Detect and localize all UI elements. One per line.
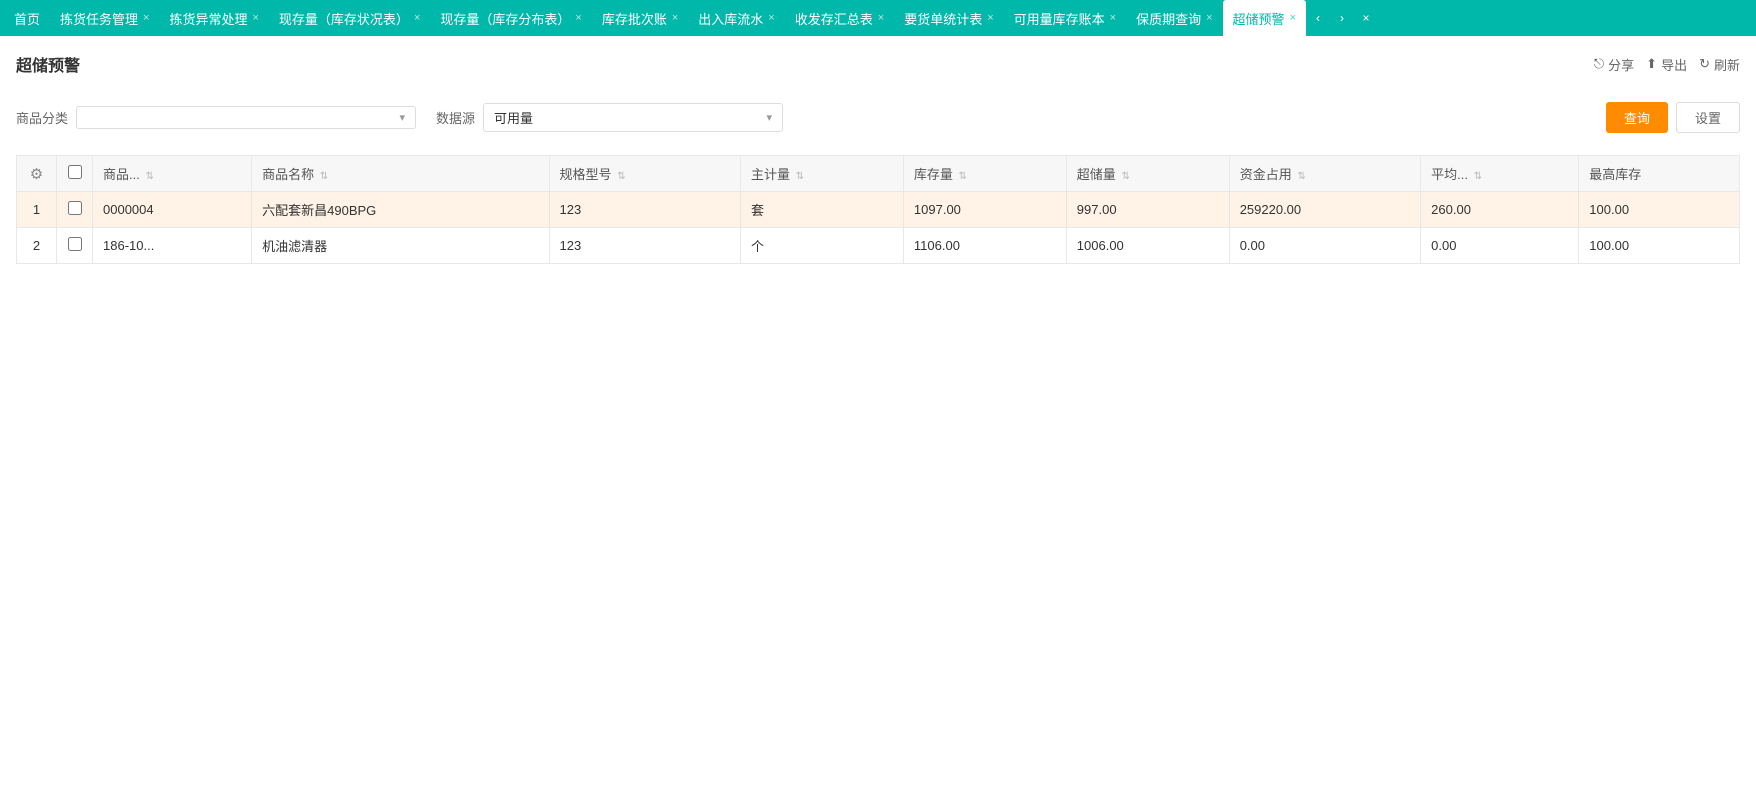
query-button[interactable]: 查询 [1606,102,1668,133]
nav-bar: 首页 拣货任务管理 × 拣货异常处理 × 现存量（库存状况表） × 现存量（库存… [0,0,1756,36]
col-header-overstock: 超储量 ⇅ [1066,156,1229,192]
close-icon[interactable]: × [143,12,149,24]
nav-item-overstock[interactable]: 超储预警 × [1223,0,1306,36]
nav-item-batch[interactable]: 库存批次账 × [592,0,688,36]
capital-cell: 259220.00 [1229,192,1420,228]
product-code-cell: 186-10... [93,228,252,264]
col-header-unit: 主计量 ⇅ [741,156,904,192]
row-checkbox-cell [57,228,93,264]
category-label: 商品分类 [16,108,68,127]
product-name-cell: 机油滤清器 [252,228,549,264]
table-row: 1 0000004 六配套新昌490BPG 123 套 1097.00 997.… [17,192,1740,228]
close-icon[interactable]: × [1110,12,1116,24]
header-actions: ⎋ 分享 ⬆ 导出 ↻ 刷新 [1594,55,1740,74]
col-header-capital: 资金占用 ⇅ [1229,156,1420,192]
stock-cell: 1097.00 [903,192,1066,228]
select-all-checkbox[interactable] [68,165,82,179]
close-icon[interactable]: × [1206,12,1212,24]
export-button[interactable]: ⬆ 导出 [1646,55,1687,74]
product-name-cell: 六配套新昌490BPG [252,192,549,228]
col-header-checkbox [57,156,93,192]
nav-item-stock-dist[interactable]: 现存量（库存分布表） × [430,0,591,36]
row-index: 1 [17,192,57,228]
capital-cell: 0.00 [1229,228,1420,264]
filter-area: 商品分类 ▾ 数据源 可用量 ▾ 查询 设置 [16,92,1740,143]
sort-icon: ⇅ [959,171,967,182]
chevron-down-icon: ▾ [399,111,405,124]
max-stock-cell: 100.00 [1579,228,1740,264]
spec-cell: 123 [549,192,740,228]
refresh-button[interactable]: ↻ 刷新 [1699,55,1740,74]
sort-icon: ⇅ [617,171,625,182]
share-icon: ⎋ [1594,56,1604,72]
nav-item-flow[interactable]: 出入库流水 × [688,0,784,36]
nav-prev-button[interactable]: ‹ [1306,0,1330,36]
close-icon[interactable]: × [1290,12,1296,24]
row-checkbox[interactable] [68,201,82,215]
col-header-product-code: 商品... ⇅ [93,156,252,192]
chevron-down-icon: ▾ [767,111,773,124]
nav-item-home[interactable]: 首页 [4,0,50,36]
sort-icon: ⇅ [145,171,153,182]
sort-icon: ⇅ [796,171,804,182]
nav-more-button[interactable]: × [1354,0,1378,36]
nav-item-summary[interactable]: 收发存汇总表 × [785,0,894,36]
close-icon[interactable]: × [987,12,993,24]
col-header-product-name: 商品名称 ⇅ [252,156,549,192]
sort-icon: ⇅ [1297,171,1305,182]
filter-buttons: 查询 设置 [1606,102,1740,133]
page-header: 超储预警 ⎋ 分享 ⬆ 导出 ↻ 刷新 [16,52,1740,76]
row-checkbox-cell [57,192,93,228]
gear-icon[interactable]: ⚙ [30,166,43,183]
spec-cell: 123 [549,228,740,264]
stock-cell: 1106.00 [903,228,1066,264]
sort-icon: ⇅ [1121,171,1129,182]
avg-cell: 260.00 [1421,192,1579,228]
category-filter: 商品分类 ▾ [16,106,416,129]
export-icon: ⬆ [1646,56,1657,72]
close-icon[interactable]: × [878,12,884,24]
avg-cell: 0.00 [1421,228,1579,264]
close-icon[interactable]: × [575,12,581,24]
datasource-label: 数据源 [436,108,475,127]
category-select[interactable]: ▾ [76,106,416,129]
nav-item-task[interactable]: 拣货任务管理 × [50,0,159,36]
refresh-icon: ↻ [1699,56,1710,72]
close-icon[interactable]: × [252,12,258,24]
close-icon[interactable]: × [414,12,420,24]
close-icon[interactable]: × [672,12,678,24]
datasource-select[interactable]: 可用量 ▾ [483,103,783,132]
row-index: 2 [17,228,57,264]
unit-cell: 套 [741,192,904,228]
sort-icon: ⇅ [1474,171,1482,182]
col-header-settings: ⚙ [17,156,57,192]
share-button[interactable]: ⎋ 分享 [1594,55,1634,74]
data-table: ⚙ 商品... ⇅ 商品名称 ⇅ 规格型号 ⇅ 主计量 [16,155,1740,264]
overstock-cell: 1006.00 [1066,228,1229,264]
datasource-value: 可用量 [494,108,533,127]
nav-item-available[interactable]: 可用量库存账本 × [1004,0,1126,36]
max-stock-cell: 100.00 [1579,192,1740,228]
col-header-stock: 库存量 ⇅ [903,156,1066,192]
nav-item-stock-status[interactable]: 现存量（库存状况表） × [269,0,430,36]
col-header-avg: 平均... ⇅ [1421,156,1579,192]
settings-button[interactable]: 设置 [1676,102,1740,133]
product-code-cell: 0000004 [93,192,252,228]
col-header-max-stock: 最高库存 [1579,156,1740,192]
row-checkbox[interactable] [68,237,82,251]
overstock-cell: 997.00 [1066,192,1229,228]
page-container: 超储预警 ⎋ 分享 ⬆ 导出 ↻ 刷新 商品分类 ▾ 数据源 [0,36,1756,800]
nav-item-abnormal[interactable]: 拣货异常处理 × [159,0,268,36]
sort-icon: ⇅ [320,171,328,182]
col-header-spec: 规格型号 ⇅ [549,156,740,192]
table-row: 2 186-10... 机油滤清器 123 个 1106.00 1006.00 … [17,228,1740,264]
nav-item-expiry[interactable]: 保质期查询 × [1126,0,1222,36]
unit-cell: 个 [741,228,904,264]
nav-next-button[interactable]: › [1330,0,1354,36]
close-icon[interactable]: × [768,12,774,24]
page-title: 超储预警 [16,52,80,76]
nav-item-order-stats[interactable]: 要货单统计表 × [894,0,1003,36]
datasource-filter: 数据源 可用量 ▾ [436,103,783,132]
